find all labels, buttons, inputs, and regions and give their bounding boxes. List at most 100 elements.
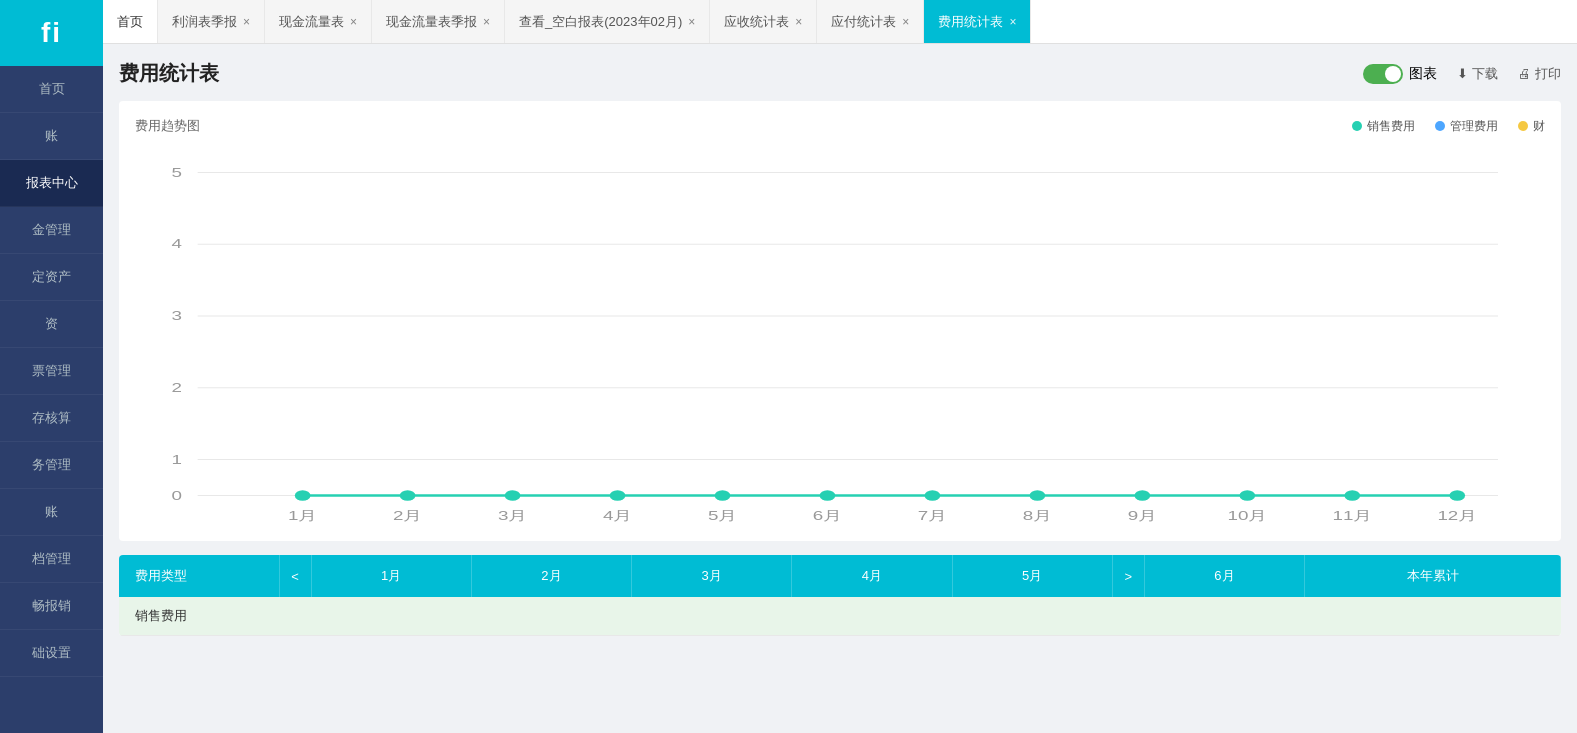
svg-point-12: [295, 490, 311, 501]
sidebar-item-inventory[interactable]: 存核算: [0, 395, 103, 442]
sidebar-item-assets[interactable]: 定资产: [0, 254, 103, 301]
legend-label-finance: 财: [1533, 118, 1545, 135]
svg-text:3月: 3月: [498, 508, 527, 522]
tab-blank[interactable]: 查看_空白报表(2023年02月) ×: [505, 0, 710, 44]
svg-text:4月: 4月: [603, 508, 632, 522]
chart-title: 费用趋势图: [135, 117, 200, 135]
tab-home[interactable]: 首页: [103, 0, 158, 44]
cell-jan: [311, 597, 471, 636]
legend-dot-finance: [1518, 121, 1528, 131]
svg-text:7月: 7月: [918, 508, 947, 522]
svg-text:4: 4: [172, 237, 183, 251]
tab-close-payable[interactable]: ×: [902, 15, 909, 29]
svg-point-16: [715, 490, 731, 501]
svg-text:6月: 6月: [813, 508, 842, 522]
cell-nav-empty: [279, 597, 311, 636]
tab-close-expense-stat[interactable]: ×: [1009, 15, 1016, 29]
sidebar-item-ledger[interactable]: 账: [0, 489, 103, 536]
chart-header: 费用趋势图 销售费用 管理费用 财: [135, 117, 1545, 135]
sidebar-item-capital[interactable]: 资: [0, 301, 103, 348]
sidebar-logo: fi: [0, 0, 103, 66]
svg-point-23: [1449, 490, 1465, 501]
legend-label-sales: 销售费用: [1367, 118, 1415, 135]
col-feb: 2月: [471, 555, 631, 597]
svg-point-20: [1135, 490, 1151, 501]
svg-text:11月: 11月: [1332, 508, 1372, 522]
sidebar-item-finance[interactable]: 金管理: [0, 207, 103, 254]
page-header: 费用统计表 图表 ⬇ 下载 🖨 打印: [119, 60, 1561, 87]
legend-dot-admin: [1435, 121, 1445, 131]
col-ytd: 本年累计: [1305, 555, 1561, 597]
sidebar-item-invoice[interactable]: 票管理: [0, 348, 103, 395]
col-apr: 4月: [792, 555, 952, 597]
cell-feb: [471, 597, 631, 636]
tab-close-cashflow-q[interactable]: ×: [483, 15, 490, 29]
chart-card: 费用趋势图 销售费用 管理费用 财: [119, 101, 1561, 541]
chart-legend: 销售费用 管理费用 财: [1352, 118, 1545, 135]
print-label: 打印: [1535, 65, 1561, 83]
tab-cashflow[interactable]: 现金流量表 ×: [265, 0, 372, 44]
col-mar: 3月: [632, 555, 792, 597]
chart-toggle[interactable]: [1363, 64, 1403, 84]
chart-svg-wrap: 5 4 3 2 1 0: [135, 145, 1545, 525]
tab-cashflow-q[interactable]: 现金流量表季报 ×: [372, 0, 505, 44]
svg-text:5月: 5月: [708, 508, 737, 522]
table-row: 销售费用: [119, 597, 1561, 636]
header-actions: 图表 ⬇ 下载 🖨 打印: [1363, 64, 1561, 84]
col-type: 费用类型: [119, 555, 279, 597]
cell-may: [952, 597, 1112, 636]
print-button[interactable]: 🖨 打印: [1518, 65, 1561, 83]
svg-text:9月: 9月: [1128, 508, 1157, 522]
svg-point-18: [925, 490, 941, 501]
sidebar-item-expense[interactable]: 畅报销: [0, 583, 103, 630]
tab-close-blank[interactable]: ×: [688, 15, 695, 29]
tab-bar: 首页 利润表季报 × 现金流量表 × 现金流量表季报 × 查看_空白报表(202…: [103, 0, 1577, 44]
chart-toggle-wrap: 图表: [1363, 64, 1437, 84]
col-jan: 1月: [311, 555, 471, 597]
download-button[interactable]: ⬇ 下载: [1457, 65, 1498, 83]
main-area: 首页 利润表季报 × 现金流量表 × 现金流量表季报 × 查看_空白报表(202…: [103, 0, 1577, 733]
tab-close-profit[interactable]: ×: [243, 15, 250, 29]
chart-toggle-label: 图表: [1409, 65, 1437, 83]
svg-point-22: [1344, 490, 1360, 501]
legend-sales: 销售费用: [1352, 118, 1415, 135]
tab-close-cashflow[interactable]: ×: [350, 15, 357, 29]
cell-ytd: [1305, 597, 1561, 636]
svg-text:0: 0: [172, 488, 183, 502]
col-nav-prev[interactable]: <: [279, 555, 311, 597]
col-nav-next[interactable]: >: [1112, 555, 1144, 597]
sidebar-item-home[interactable]: 首页: [0, 66, 103, 113]
sidebar-item-settings[interactable]: 础设置: [0, 630, 103, 677]
line-chart: 5 4 3 2 1 0: [135, 145, 1545, 525]
tab-expense-stat[interactable]: 费用统计表 ×: [924, 0, 1031, 44]
legend-finance: 财: [1518, 118, 1545, 135]
svg-point-19: [1030, 490, 1046, 501]
svg-text:12月: 12月: [1437, 508, 1477, 522]
download-label: 下载: [1472, 65, 1498, 83]
sidebar-item-service[interactable]: 务管理: [0, 442, 103, 489]
tab-close-receivable[interactable]: ×: [795, 15, 802, 29]
svg-text:2: 2: [172, 380, 183, 394]
cell-type: 销售费用: [119, 597, 279, 636]
svg-text:8月: 8月: [1023, 508, 1052, 522]
tab-receivable[interactable]: 应收统计表 ×: [710, 0, 817, 44]
svg-text:5: 5: [172, 165, 183, 179]
page-title: 费用统计表: [119, 60, 219, 87]
expense-table: 费用类型 < 1月 2月 3月 4月 5月 > 6月 本年累计 销售费用: [119, 555, 1561, 636]
legend-label-admin: 管理费用: [1450, 118, 1498, 135]
download-icon: ⬇: [1457, 66, 1468, 81]
svg-text:1月: 1月: [288, 508, 317, 522]
sidebar-item-account[interactable]: 账: [0, 113, 103, 160]
tab-profit[interactable]: 利润表季报 ×: [158, 0, 265, 44]
svg-point-13: [400, 490, 416, 501]
sidebar-item-archive[interactable]: 档管理: [0, 536, 103, 583]
tab-payable[interactable]: 应付统计表 ×: [817, 0, 924, 44]
svg-text:1: 1: [172, 452, 183, 466]
cell-mar: [632, 597, 792, 636]
sidebar-item-report[interactable]: 报表中心: [0, 160, 103, 207]
svg-point-17: [820, 490, 836, 501]
data-table-wrap: 费用类型 < 1月 2月 3月 4月 5月 > 6月 本年累计 销售费用: [119, 555, 1561, 636]
svg-text:10月: 10月: [1227, 508, 1267, 522]
content-area: 费用统计表 图表 ⬇ 下载 🖨 打印 费用趋势图: [103, 44, 1577, 733]
legend-dot-sales: [1352, 121, 1362, 131]
